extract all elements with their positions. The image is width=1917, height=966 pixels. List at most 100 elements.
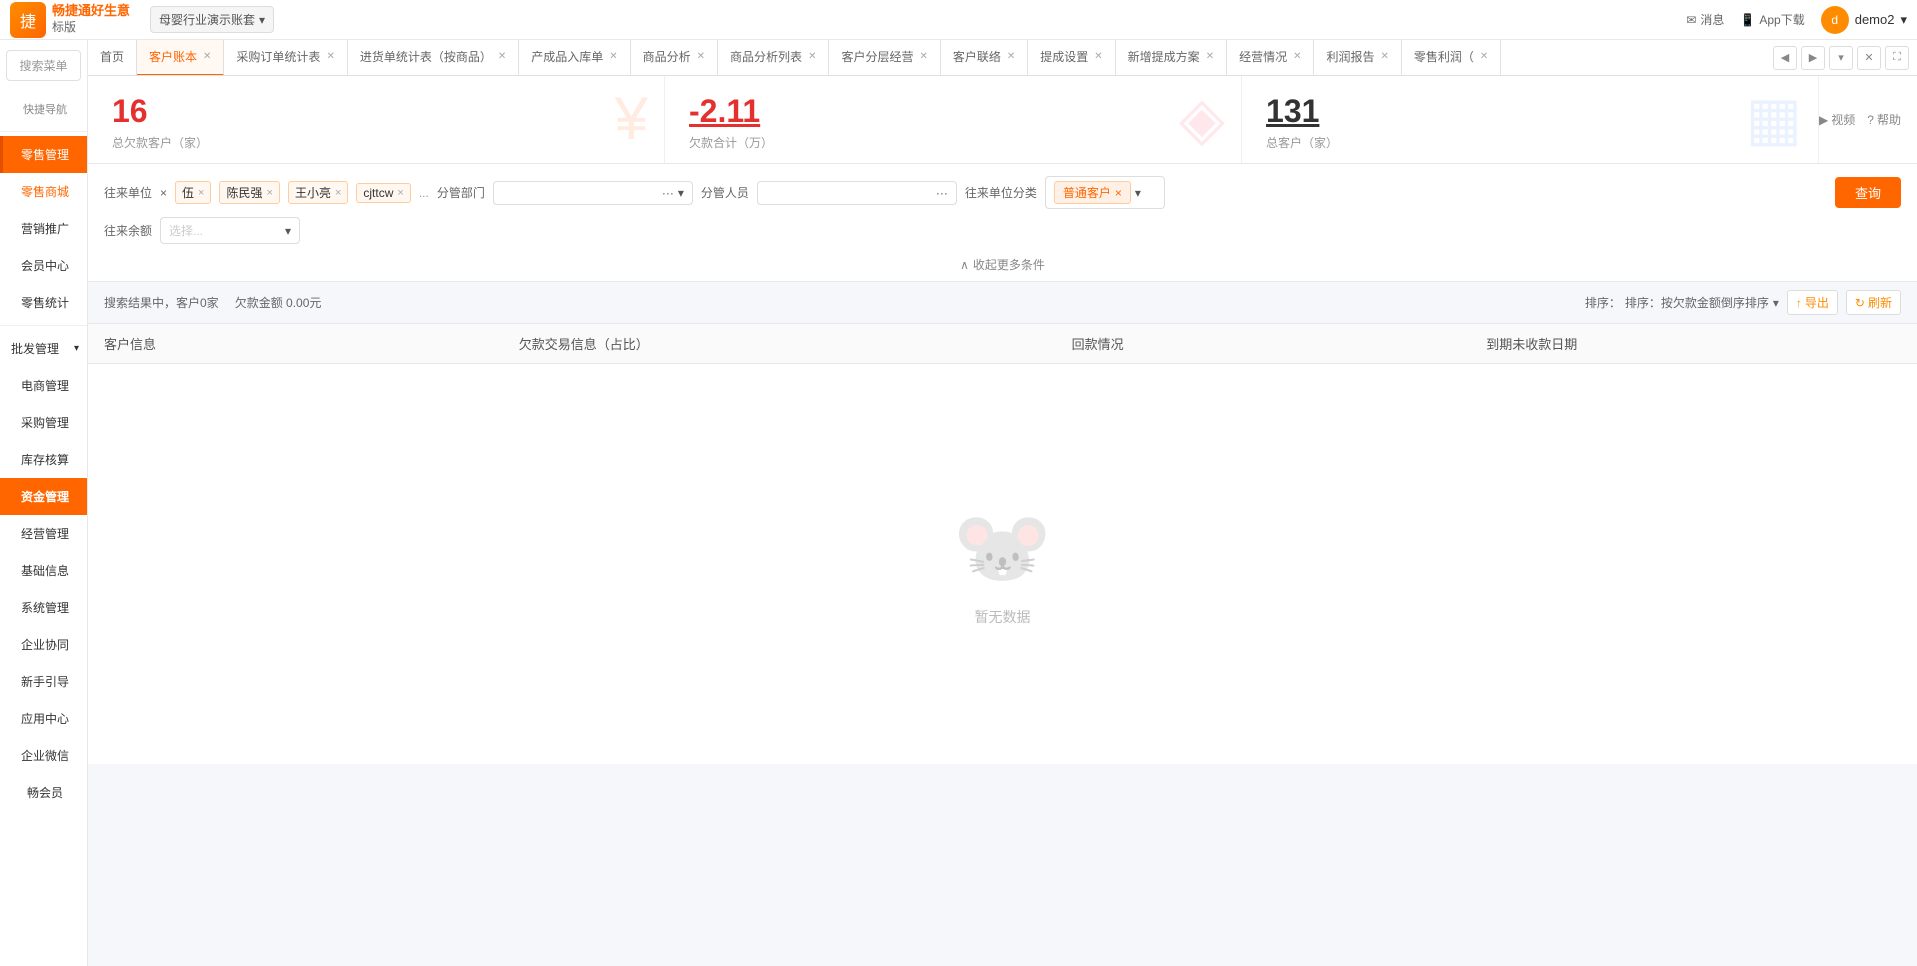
tab-bar: 首页 客户账本 ✕ 采购订单统计表 ✕ 进货单统计表（按商品） ✕ 产成品入库单… bbox=[88, 40, 1917, 76]
filter-category-select[interactable]: 普通客户 × ▾ bbox=[1045, 176, 1165, 209]
arrow-icon: ▾ bbox=[74, 343, 79, 354]
sidebar-item-guide[interactable]: 新手引导 bbox=[0, 663, 87, 700]
tab-close-icon[interactable]: ✕ bbox=[697, 51, 705, 62]
mobile-icon: 📱 bbox=[1740, 13, 1755, 27]
remove-tag-wang[interactable]: × bbox=[335, 187, 341, 199]
tab-scroll-right[interactable]: ▶ bbox=[1801, 46, 1825, 70]
tab-customer-layer[interactable]: 客户分层经营 ✕ bbox=[829, 40, 940, 76]
ellipsis-icon: ··· bbox=[936, 186, 948, 200]
tab-close-icon[interactable]: ✕ bbox=[203, 51, 211, 62]
sidebar-item-enterprise[interactable]: 企业协同 bbox=[0, 626, 87, 663]
sidebar-item-retail-mgmt[interactable]: 零售管理 bbox=[0, 136, 87, 173]
chevron-down-icon: ▾ bbox=[285, 224, 291, 238]
sidebar-item-system[interactable]: 系统管理 bbox=[0, 589, 87, 626]
stat-label-total: 总客户（家） bbox=[1266, 134, 1338, 151]
results-summary: 搜索结果中，客户0家 bbox=[104, 294, 219, 311]
remove-tag-wu[interactable]: × bbox=[198, 187, 204, 199]
query-button[interactable]: 查询 bbox=[1835, 177, 1901, 208]
tab-retail-profit[interactable]: 零售利润（ ✕ bbox=[1402, 40, 1501, 76]
results-bar: 搜索结果中，客户0家 欠款金额 0.00元 排序： 排序：按欠款金额倒序排序 ▾… bbox=[88, 282, 1917, 324]
sidebar-item-marketing[interactable]: 营销推广 bbox=[0, 210, 87, 247]
sidebar-item-ecommerce[interactable]: 电商管理 bbox=[0, 367, 87, 404]
tab-close-icon[interactable]: ✕ bbox=[609, 51, 617, 62]
remove-category-icon[interactable]: × bbox=[1115, 186, 1122, 200]
refresh-button[interactable]: ↻ 刷新 bbox=[1846, 290, 1901, 315]
remove-tag-chen[interactable]: × bbox=[267, 187, 273, 199]
sidebar-item-wechat[interactable]: 企业微信 bbox=[0, 737, 87, 774]
tab-profit-report[interactable]: 利润报告 ✕ bbox=[1314, 40, 1401, 76]
sidebar-item-member-center[interactable]: 会员中心 bbox=[0, 247, 87, 284]
chevron-down-icon: ▾ bbox=[678, 186, 684, 200]
tab-close-icon[interactable]: ✕ bbox=[808, 51, 816, 62]
app-download-button[interactable]: 📱 App下载 bbox=[1740, 11, 1804, 28]
filter-person-select[interactable]: ··· bbox=[757, 181, 957, 205]
filter-label-remainder: 往来余额 bbox=[104, 222, 152, 239]
sidebar-item-finance[interactable]: 资金管理 bbox=[0, 478, 87, 515]
sort-select[interactable]: 排序： 排序：按欠款金额倒序排序 ▾ bbox=[1585, 294, 1779, 311]
tab-close-icon[interactable]: ✕ bbox=[1293, 51, 1301, 62]
video-help-button[interactable]: ▶ 视频 bbox=[1819, 111, 1855, 128]
sidebar-item-retail-stats[interactable]: 零售统计 bbox=[0, 284, 87, 321]
stat-card-total: ▦ 131 总客户（家） bbox=[1242, 76, 1819, 163]
results-actions: 排序： 排序：按欠款金额倒序排序 ▾ ↑ 导出 ↻ 刷新 bbox=[1585, 290, 1901, 315]
data-table: 客户信息 欠款交易信息（占比） 回款情况 到期未收款日期 🐭 暂无数据 bbox=[88, 324, 1917, 764]
filter-label-person: 分管人员 bbox=[701, 184, 749, 201]
stat-bg-icon-total: ▦ bbox=[1745, 84, 1802, 154]
tab-customer-contact[interactable]: 客户联络 ✕ bbox=[941, 40, 1028, 76]
search-menu-button[interactable]: 搜索菜单 bbox=[6, 50, 81, 81]
filter-tag-wang: 王小亮 × bbox=[288, 181, 348, 204]
empty-icon: 🐭 bbox=[953, 501, 1053, 595]
tab-close-icon[interactable]: ✕ bbox=[1381, 51, 1389, 62]
help-button[interactable]: ? 帮助 bbox=[1867, 111, 1901, 128]
sidebar-item-quick-nav[interactable]: 快捷导航 bbox=[0, 91, 87, 127]
tab-close-icon[interactable]: ✕ bbox=[1094, 51, 1102, 62]
message-button[interactable]: ✉ 消息 bbox=[1686, 11, 1724, 28]
tab-close-icon[interactable]: ✕ bbox=[1007, 51, 1015, 62]
chevron-down-icon: ▾ bbox=[1900, 12, 1907, 28]
tab-product-analysis-list[interactable]: 商品分析列表 ✕ bbox=[718, 40, 829, 76]
top-bar: 捷 畅捷通好生意 标版 母婴行业演示账套 ▾ ✉ 消息 📱 App下载 d de… bbox=[0, 0, 1917, 40]
sidebar-item-wholesale[interactable]: 批发管理 ▾ bbox=[0, 330, 87, 367]
sidebar-item-purchase[interactable]: 采购管理 bbox=[0, 404, 87, 441]
filter-dept-select[interactable]: ··· ▾ bbox=[493, 181, 693, 205]
tab-purchase-stats[interactable]: 进货单统计表（按商品） ✕ bbox=[348, 40, 519, 76]
tab-close-icon[interactable]: ✕ bbox=[1480, 51, 1488, 62]
sidebar-item-membership[interactable]: 畅会员 bbox=[0, 774, 87, 811]
tab-close-icon[interactable]: ✕ bbox=[498, 51, 506, 62]
filter-remainder-select[interactable]: 选择... ▾ bbox=[160, 217, 300, 244]
export-button[interactable]: ↑ 导出 bbox=[1787, 290, 1838, 315]
store-selector[interactable]: 母婴行业演示账套 ▾ bbox=[150, 6, 274, 33]
tab-finished-goods[interactable]: 产成品入库单 ✕ bbox=[519, 40, 630, 76]
tab-commission-setting[interactable]: 提成设置 ✕ bbox=[1028, 40, 1115, 76]
tab-close-icon[interactable]: ✕ bbox=[326, 51, 334, 62]
filter-label-unit: 往来单位 bbox=[104, 184, 152, 201]
sidebar-item-appstore[interactable]: 应用中心 bbox=[0, 700, 87, 737]
tab-product-analysis[interactable]: 商品分析 ✕ bbox=[631, 40, 718, 76]
stat-card-debt: ◈ -2.11 欠款合计（万） bbox=[665, 76, 1242, 163]
tab-scroll-left[interactable]: ◀ bbox=[1773, 46, 1797, 70]
help-area: ▶ 视频 ? 帮助 bbox=[1819, 76, 1917, 163]
tab-purchase-order[interactable]: 采购订单统计表 ✕ bbox=[224, 40, 347, 76]
sidebar-item-inventory[interactable]: 库存核算 bbox=[0, 441, 87, 478]
tab-close-all[interactable]: ✕ bbox=[1857, 46, 1881, 70]
tab-close-icon[interactable]: ✕ bbox=[1206, 51, 1214, 62]
collapse-icon: ∧ bbox=[960, 258, 969, 272]
stat-card-customers: ¥ 16 总欠款客户（家） bbox=[88, 76, 665, 163]
tab-close-icon[interactable]: ✕ bbox=[919, 51, 927, 62]
logo-area: 捷 畅捷通好生意 标版 bbox=[10, 2, 140, 38]
tab-operations[interactable]: 经营情况 ✕ bbox=[1227, 40, 1314, 76]
chevron-down-icon: ▾ bbox=[1135, 186, 1141, 200]
collapse-button[interactable]: ∧ 收起更多条件 bbox=[960, 256, 1045, 273]
sidebar-item-retail-mall[interactable]: 零售商城 bbox=[0, 173, 87, 210]
remove-tag-cjttcw[interactable]: × bbox=[397, 187, 403, 199]
tab-home[interactable]: 首页 bbox=[88, 40, 137, 76]
more-tags-button[interactable]: ... bbox=[419, 186, 429, 200]
sidebar-item-basic-info[interactable]: 基础信息 bbox=[0, 552, 87, 589]
tab-customer-ledger[interactable]: 客户账本 ✕ bbox=[137, 40, 224, 76]
results-amount: 欠款金额 0.00元 bbox=[235, 294, 322, 311]
sidebar-item-operations[interactable]: 经营管理 bbox=[0, 515, 87, 552]
tab-add-commission[interactable]: 新增提成方案 ✕ bbox=[1116, 40, 1227, 76]
user-area[interactable]: d demo2 ▾ bbox=[1821, 6, 1907, 34]
tab-menu[interactable]: ▾ bbox=[1829, 46, 1853, 70]
tab-maximize[interactable]: ⛶ bbox=[1885, 46, 1909, 70]
